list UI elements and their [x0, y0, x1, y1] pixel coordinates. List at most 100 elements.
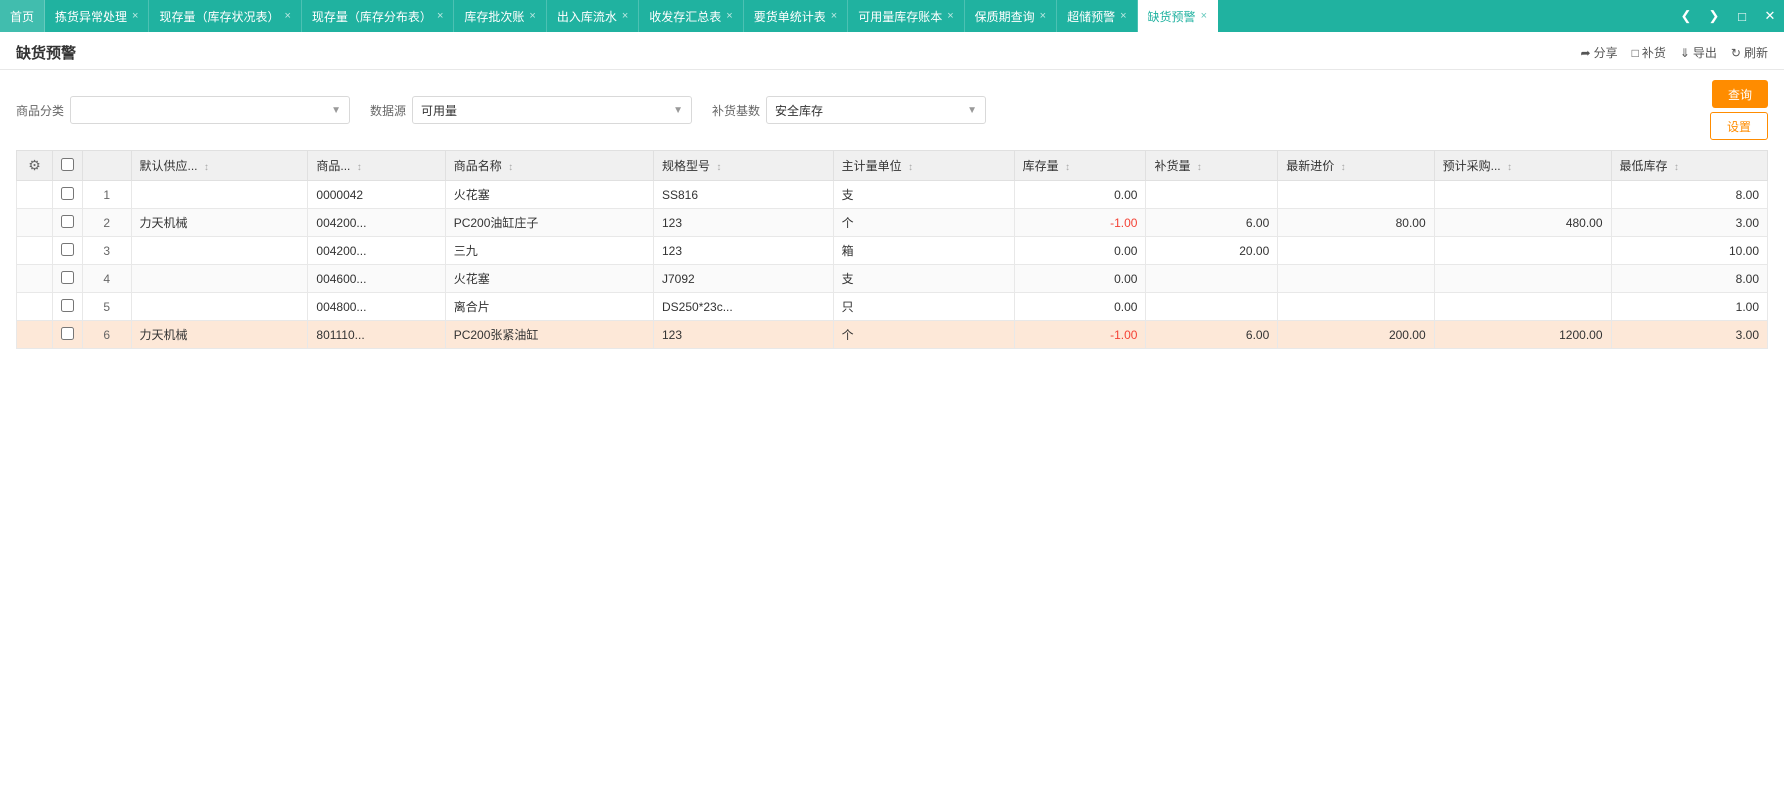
replenish-action[interactable]: □ 补货: [1632, 44, 1666, 61]
base-select[interactable]: 安全库存 ▼: [766, 96, 986, 124]
tab-close-picking[interactable]: ×: [132, 10, 138, 22]
base-label: 补货基数: [712, 102, 760, 119]
row-supplier: [131, 265, 308, 293]
export-action[interactable]: ⇓ 导出: [1680, 44, 1717, 61]
col-goods-name: 商品名称 ↕: [445, 151, 653, 181]
tab-close-inout[interactable]: ×: [622, 10, 628, 22]
replenish-icon: □: [1632, 46, 1639, 60]
tab-close-expiry[interactable]: ×: [1040, 10, 1046, 22]
table-row[interactable]: 5 004800... 离合片 DS250*23c... 只 0.00 1.00: [17, 293, 1768, 321]
tab-prev-btn[interactable]: ❮: [1672, 0, 1700, 32]
row-gear: [17, 237, 53, 265]
row-goods-code: 004200...: [308, 209, 445, 237]
row-latest-price: [1278, 265, 1434, 293]
row-unit: 支: [833, 181, 1014, 209]
row-gear: [17, 181, 53, 209]
datasource-select[interactable]: 可用量 ▼: [412, 96, 692, 124]
row-goods-code: 004200...: [308, 237, 445, 265]
row-goods-name: 离合片: [445, 293, 653, 321]
row-num: 6: [83, 321, 132, 349]
row-checkbox[interactable]: [61, 187, 74, 200]
tab-close-order-stats[interactable]: ×: [831, 10, 837, 22]
col-unit-label: 主计量单位: [842, 159, 902, 173]
tab-close-overstock[interactable]: ×: [1120, 10, 1126, 22]
col-unit-sort-icon: ↕: [908, 162, 913, 173]
base-filter-group: 补货基数 安全库存 ▼: [712, 96, 986, 124]
col-replenish-sort-icon: ↕: [1197, 162, 1202, 173]
row-latest-price: 80.00: [1278, 209, 1434, 237]
table-row[interactable]: 3 004200... 三九 123 箱 0.00 20.00 10.00: [17, 237, 1768, 265]
col-est-purchase-sort-icon: ↕: [1507, 162, 1512, 173]
base-chevron-icon: ▼: [967, 105, 977, 116]
row-est-purchase: [1434, 293, 1611, 321]
tab-next-btn[interactable]: ❯: [1700, 0, 1728, 32]
category-filter-group: 商品分类 ▼: [16, 96, 350, 124]
col-stock: 库存量 ↕: [1014, 151, 1146, 181]
tab-summary[interactable]: 收发存汇总表 ×: [639, 0, 743, 32]
row-checkbox[interactable]: [61, 215, 74, 228]
tab-overstock[interactable]: 超储预警 ×: [1057, 0, 1137, 32]
select-all-checkbox[interactable]: [61, 158, 74, 171]
tab-close-batch[interactable]: ×: [529, 10, 535, 22]
tab-shortage[interactable]: 缺货预警 ×: [1138, 0, 1218, 32]
tab-home[interactable]: 首页: [0, 0, 45, 32]
tab-restore-btn[interactable]: □: [1728, 0, 1756, 32]
table-settings-icon[interactable]: ⚙: [28, 157, 41, 173]
table-container: ⚙ 默认供应... ↕ 商品... ↕ 商品名称: [0, 150, 1784, 796]
col-est-purchase-label: 预计采购...: [1443, 159, 1501, 173]
table-row[interactable]: 4 004600... 火花塞 J7092 支 0.00 8.00: [17, 265, 1768, 293]
table-row[interactable]: 6 力天机械 801110... PC200张紧油缸 123 个 -1.00 6…: [17, 321, 1768, 349]
tab-order-stats[interactable]: 要货单统计表 ×: [744, 0, 848, 32]
row-replenish: 20.00: [1146, 237, 1278, 265]
tab-close-summary[interactable]: ×: [726, 10, 732, 22]
settings-button[interactable]: 设置: [1710, 112, 1768, 140]
tab-inventory-status[interactable]: 现存量（库存状况表） ×: [149, 0, 301, 32]
tab-close-all-btn[interactable]: ✕: [1756, 0, 1784, 32]
table-row[interactable]: 1 0000042 火花塞 SS816 支 0.00 8.00: [17, 181, 1768, 209]
row-goods-code: 801110...: [308, 321, 445, 349]
row-checkbox[interactable]: [61, 327, 74, 340]
row-supplier: [131, 293, 308, 321]
tab-navigation: ❮ ❯ □ ✕: [1672, 0, 1784, 32]
row-spec: 123: [654, 237, 834, 265]
tab-close-shortage[interactable]: ×: [1201, 10, 1207, 22]
filter-bar: 商品分类 ▼ 数据源 可用量 ▼ 补货基数 安全库存 ▼ 查询 设置: [0, 70, 1784, 150]
col-goods-name-sort-icon: ↕: [508, 162, 513, 173]
tab-inout[interactable]: 出入库流水 ×: [547, 0, 639, 32]
row-gear: [17, 293, 53, 321]
row-spec: SS816: [654, 181, 834, 209]
row-supplier: [131, 237, 308, 265]
share-action[interactable]: ➦ 分享: [1581, 44, 1618, 61]
row-min-stock: 8.00: [1611, 265, 1767, 293]
category-select[interactable]: ▼: [70, 96, 350, 124]
col-supplier-sort-icon: ↕: [204, 162, 209, 173]
row-latest-price: [1278, 181, 1434, 209]
row-min-stock: 3.00: [1611, 321, 1767, 349]
tab-close-available[interactable]: ×: [947, 10, 953, 22]
tab-batch[interactable]: 库存批次账 ×: [454, 0, 546, 32]
tab-picking[interactable]: 拣货异常处理 ×: [45, 0, 149, 32]
row-checkbox[interactable]: [61, 243, 74, 256]
refresh-action[interactable]: ↻ 刷新: [1731, 44, 1768, 61]
row-unit: 个: [833, 209, 1014, 237]
row-checkbox[interactable]: [61, 299, 74, 312]
tab-inventory-dist[interactable]: 现存量（库存分布表） ×: [302, 0, 454, 32]
col-stock-sort-icon: ↕: [1065, 162, 1070, 173]
row-min-stock: 3.00: [1611, 209, 1767, 237]
row-replenish: 6.00: [1146, 209, 1278, 237]
col-stock-label: 库存量: [1023, 159, 1059, 173]
tab-available[interactable]: 可用量库存账本 ×: [848, 0, 964, 32]
row-goods-code: 0000042: [308, 181, 445, 209]
query-button[interactable]: 查询: [1712, 80, 1768, 108]
tab-expiry[interactable]: 保质期查询 ×: [965, 0, 1057, 32]
row-replenish: 6.00: [1146, 321, 1278, 349]
row-min-stock: 8.00: [1611, 181, 1767, 209]
row-checkbox[interactable]: [61, 271, 74, 284]
col-goods-code-sort-icon: ↕: [357, 162, 362, 173]
col-latest-price-sort-icon: ↕: [1341, 162, 1346, 173]
base-value: 安全库存: [775, 102, 823, 119]
row-spec: 123: [654, 209, 834, 237]
table-row[interactable]: 2 力天机械 004200... PC200油缸庄子 123 个 -1.00 6…: [17, 209, 1768, 237]
tab-close-inventory-dist[interactable]: ×: [437, 10, 443, 22]
tab-close-inventory-status[interactable]: ×: [284, 10, 290, 22]
